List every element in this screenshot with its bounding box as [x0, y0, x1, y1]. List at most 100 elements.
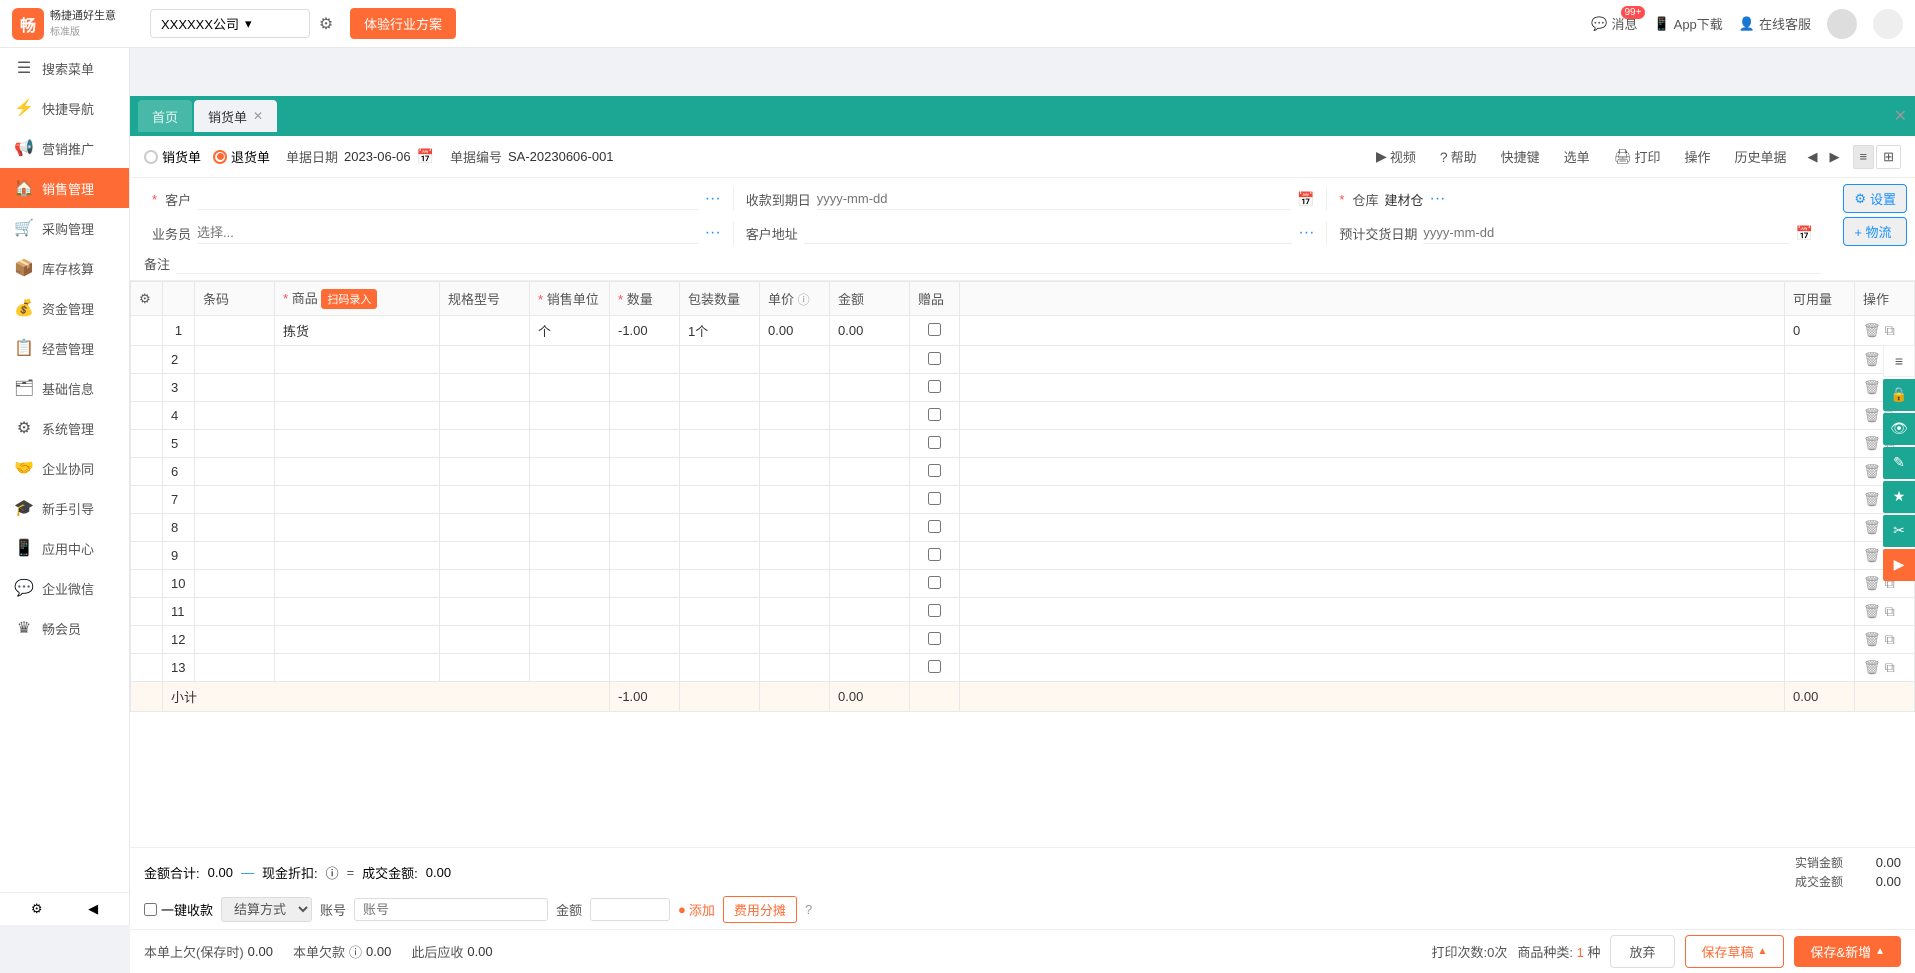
- row-barcode[interactable]: [195, 402, 275, 430]
- delete-icon[interactable]: 🗑: [1863, 659, 1881, 676]
- one-click-checkbox[interactable]: [144, 903, 157, 916]
- delete-icon[interactable]: 🗑: [1863, 547, 1881, 564]
- row-pkg[interactable]: 1个: [680, 316, 760, 346]
- amount-pay-input[interactable]: [590, 898, 670, 921]
- row-price[interactable]: [760, 542, 830, 570]
- row-pkg[interactable]: [680, 570, 760, 598]
- row-spec[interactable]: [440, 402, 530, 430]
- row-unit[interactable]: [530, 542, 610, 570]
- rf-btn-6[interactable]: ✂: [1883, 515, 1915, 547]
- row-goods[interactable]: [275, 626, 440, 654]
- rf-btn-4[interactable]: ✎: [1883, 447, 1915, 479]
- rf-btn-2[interactable]: 🔒: [1883, 379, 1915, 411]
- row-pkg[interactable]: [680, 514, 760, 542]
- video-button[interactable]: ▶ 视频: [1368, 144, 1424, 169]
- row-gift[interactable]: [910, 654, 960, 682]
- sidebar-item-operation[interactable]: 📋 经营管理: [0, 328, 129, 368]
- row-goods[interactable]: 拣货: [275, 316, 440, 346]
- row-goods[interactable]: [275, 486, 440, 514]
- expected-date-input[interactable]: [1423, 222, 1789, 244]
- row-unit[interactable]: [530, 514, 610, 542]
- row-qty[interactable]: [610, 430, 680, 458]
- row-goods[interactable]: [275, 374, 440, 402]
- delete-icon[interactable]: 🗑: [1863, 435, 1881, 452]
- delete-icon[interactable]: 🗑: [1863, 631, 1881, 648]
- row-barcode[interactable]: [195, 542, 275, 570]
- sidebar-item-basic[interactable]: 🗂 基础信息: [0, 368, 129, 408]
- row-spec[interactable]: [440, 316, 530, 346]
- row-qty[interactable]: [610, 598, 680, 626]
- row-amount[interactable]: [830, 458, 910, 486]
- tab-sales-order[interactable]: 销货单 ✕: [194, 100, 277, 132]
- warehouse-dots[interactable]: ···: [1430, 191, 1446, 207]
- online-service-button[interactable]: 👤 在线客服: [1739, 14, 1811, 33]
- row-barcode[interactable]: [195, 598, 275, 626]
- row-barcode[interactable]: [195, 626, 275, 654]
- row-spec[interactable]: [440, 346, 530, 374]
- row-gift[interactable]: [910, 542, 960, 570]
- row-gift[interactable]: [910, 402, 960, 430]
- row-price[interactable]: [760, 374, 830, 402]
- sidebar-item-corp[interactable]: 🤝 企业协同: [0, 448, 129, 488]
- gear-icon[interactable]: ⚙: [139, 291, 151, 306]
- rf-btn-orange[interactable]: ▶: [1883, 549, 1915, 581]
- delete-icon[interactable]: 🗑: [1863, 379, 1881, 396]
- row-barcode[interactable]: [195, 514, 275, 542]
- row-amount[interactable]: [830, 626, 910, 654]
- row-qty[interactable]: [610, 346, 680, 374]
- row-barcode[interactable]: [195, 316, 275, 346]
- row-amount[interactable]: 0.00: [830, 316, 910, 346]
- row-gift[interactable]: [910, 346, 960, 374]
- row-unit[interactable]: [530, 598, 610, 626]
- collapse-icon[interactable]: ◀: [88, 901, 98, 917]
- logistics-button[interactable]: + 物流: [1843, 217, 1907, 246]
- notification-button[interactable]: 💬 消息 99+: [1591, 14, 1637, 33]
- copy-icon[interactable]: ⧉: [1885, 603, 1895, 620]
- row-price[interactable]: [760, 402, 830, 430]
- row-barcode[interactable]: [195, 374, 275, 402]
- sidebar-item-wechat[interactable]: 💬 企业微信: [0, 568, 129, 608]
- row-spec[interactable]: [440, 570, 530, 598]
- copy-icon[interactable]: ⧉: [1885, 322, 1895, 339]
- copy-icon[interactable]: ⧉: [1885, 631, 1895, 648]
- sidebar-item-marketing[interactable]: 📢 营销推广: [0, 128, 129, 168]
- delete-icon[interactable]: 🗑: [1863, 351, 1881, 368]
- sidebar-item-member[interactable]: ♛ 畅会员: [0, 608, 129, 648]
- row-unit[interactable]: [530, 346, 610, 374]
- row-unit[interactable]: [530, 570, 610, 598]
- row-barcode[interactable]: [195, 654, 275, 682]
- row-qty[interactable]: [610, 458, 680, 486]
- customer-addr-input[interactable]: [804, 222, 1293, 244]
- row-price[interactable]: [760, 514, 830, 542]
- sidebar-item-inventory[interactable]: 📦 库存核算: [0, 248, 129, 288]
- row-unit[interactable]: 个: [530, 316, 610, 346]
- row-pkg[interactable]: [680, 654, 760, 682]
- row-gift[interactable]: [910, 458, 960, 486]
- row-amount[interactable]: [830, 402, 910, 430]
- tab-close-icon[interactable]: ✕: [253, 109, 263, 123]
- row-spec[interactable]: [440, 542, 530, 570]
- copy-icon[interactable]: ⧉: [1885, 659, 1895, 676]
- row-unit[interactable]: [530, 486, 610, 514]
- row-amount[interactable]: [830, 374, 910, 402]
- row-spec[interactable]: [440, 486, 530, 514]
- settings-gear-button[interactable]: ⚙: [310, 8, 342, 40]
- operate-button[interactable]: 操作: [1676, 144, 1718, 169]
- customer-dots[interactable]: ···: [705, 191, 721, 207]
- app-download-button[interactable]: 📱 App下载: [1653, 14, 1722, 33]
- row-gift[interactable]: [910, 316, 960, 346]
- cash-discount-help[interactable]: ⓘ: [326, 863, 339, 882]
- row-gift[interactable]: [910, 374, 960, 402]
- row-gift[interactable]: [910, 430, 960, 458]
- row-amount[interactable]: [830, 514, 910, 542]
- row-goods[interactable]: [275, 458, 440, 486]
- calendar-icon[interactable]: 📅: [417, 148, 434, 165]
- row-amount[interactable]: [830, 486, 910, 514]
- row-goods[interactable]: [275, 542, 440, 570]
- company-selector[interactable]: XXXXXX公司 ▾: [150, 9, 310, 38]
- row-spec[interactable]: [440, 598, 530, 626]
- row-goods[interactable]: [275, 346, 440, 374]
- row-goods[interactable]: [275, 430, 440, 458]
- tab-home[interactable]: 首页: [138, 100, 192, 132]
- salesperson-dots[interactable]: ···: [705, 225, 721, 241]
